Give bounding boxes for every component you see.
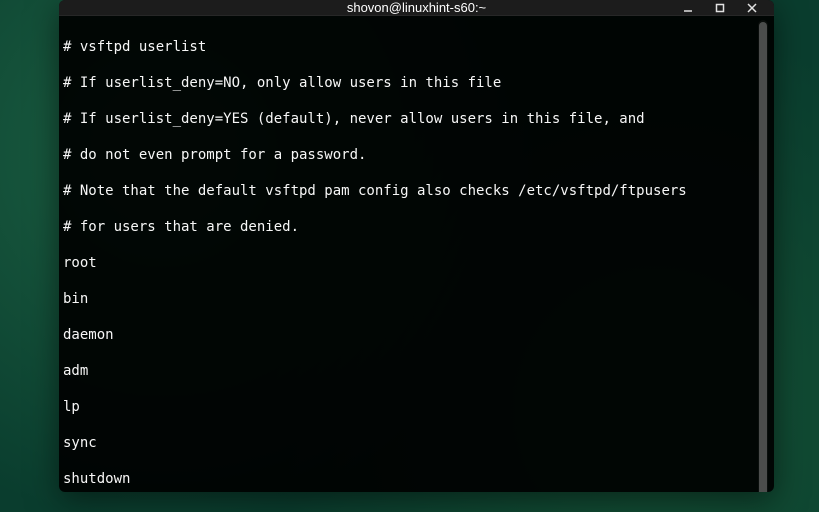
comment-line: # for users that are denied. [63, 218, 754, 236]
minimize-icon [683, 3, 693, 13]
terminal-content: # vsftpd userlist # If userlist_deny=NO,… [63, 20, 754, 492]
user-entry: daemon [63, 326, 754, 344]
user-entry: sync [63, 434, 754, 452]
user-entry: bin [63, 290, 754, 308]
user-entry: adm [63, 362, 754, 380]
close-icon [747, 3, 757, 13]
window-controls [672, 0, 768, 15]
comment-line: # If userlist_deny=YES (default), never … [63, 110, 754, 128]
maximize-icon [715, 3, 725, 13]
terminal-body[interactable]: # vsftpd userlist # If userlist_deny=NO,… [59, 16, 774, 492]
scrollbar[interactable] [758, 20, 768, 492]
user-entry: lp [63, 398, 754, 416]
scrollbar-thumb[interactable] [759, 22, 767, 492]
comment-line: # do not even prompt for a password. [63, 146, 754, 164]
user-entry: shutdown [63, 470, 754, 488]
window-title: shovon@linuxhint-s60:~ [347, 0, 486, 15]
user-entry: root [63, 254, 754, 272]
titlebar[interactable]: shovon@linuxhint-s60:~ [59, 0, 774, 16]
terminal-window: shovon@linuxhint-s60:~ # vsftpd userlist… [59, 0, 774, 492]
comment-line: # Note that the default vsftpd pam confi… [63, 182, 754, 200]
comment-line: # vsftpd userlist [63, 38, 754, 56]
comment-line: # If userlist_deny=NO, only allow users … [63, 74, 754, 92]
